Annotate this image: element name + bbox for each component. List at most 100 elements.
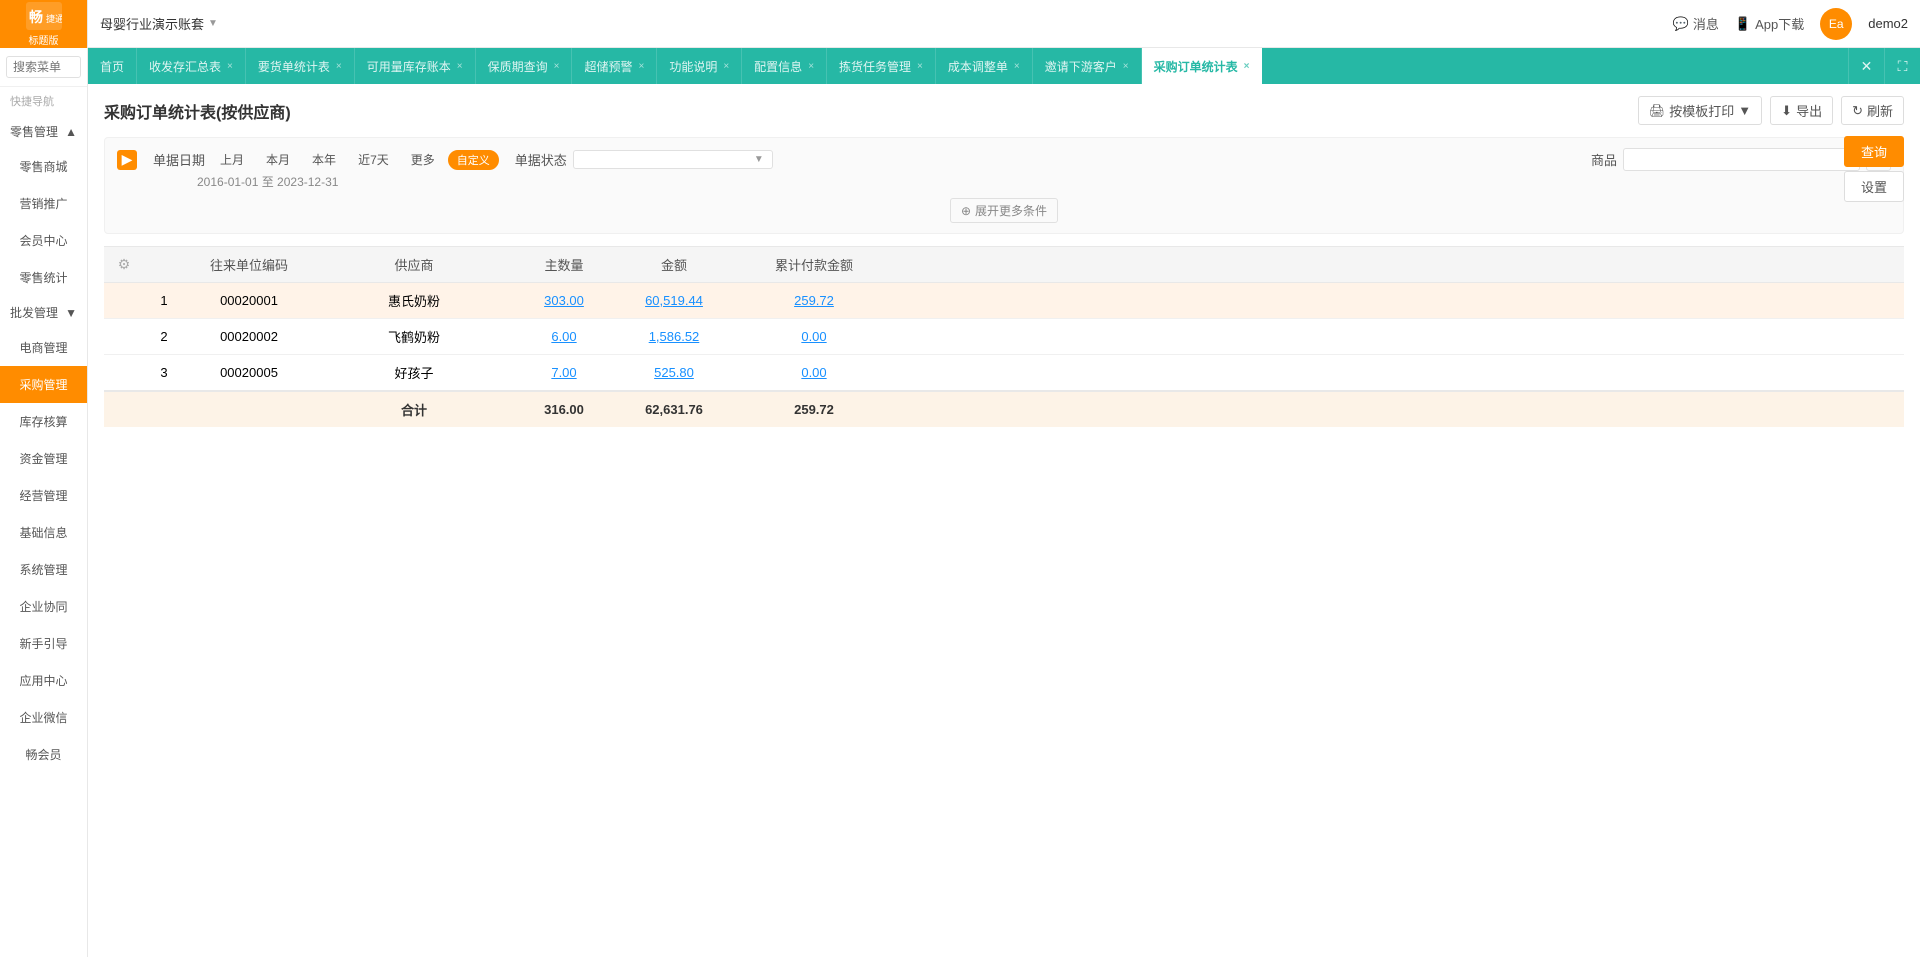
tab-receive-send-close[interactable]: × bbox=[227, 61, 233, 72]
tab-home[interactable]: 首页 bbox=[88, 48, 137, 84]
tab-goods-stats[interactable]: 要货单统计表 × bbox=[246, 48, 355, 84]
tab-purchase-summary[interactable]: 采购订单统计表 × bbox=[1142, 48, 1263, 84]
print-btn[interactable]: 🖨 按模板打印 ▼ bbox=[1638, 96, 1762, 125]
col-code-header: 往来单位编码 bbox=[184, 247, 314, 283]
svg-text:畅: 畅 bbox=[29, 9, 43, 25]
logo-icon: 畅 捷通 bbox=[26, 2, 62, 30]
user-avatar[interactable]: Ea bbox=[1820, 8, 1852, 40]
tab-close-all-btn[interactable]: ✕ bbox=[1848, 48, 1884, 84]
tab-goods-stats-close[interactable]: × bbox=[336, 61, 342, 72]
cell-amount-link-1[interactable]: 60,519.44 bbox=[645, 293, 703, 308]
sidebar-item-purchase[interactable]: 采购管理 bbox=[0, 366, 87, 403]
tab-pick-task-close[interactable]: × bbox=[917, 61, 923, 72]
filter-status-select[interactable]: ▼ bbox=[573, 150, 773, 169]
cell-qty-link-1[interactable]: 303.00 bbox=[544, 293, 584, 308]
cell-qty-link-2[interactable]: 6.00 bbox=[551, 329, 576, 344]
expand-icon: ⊕ bbox=[961, 204, 971, 218]
sidebar-item-retail-mgmt[interactable]: 零售管理▲ bbox=[0, 115, 87, 148]
refresh-btn[interactable]: ↻ 刷新 bbox=[1841, 96, 1904, 125]
tab-goods-stats-label: 要货单统计表 bbox=[258, 58, 330, 75]
expand-label: 展开更多条件 bbox=[975, 202, 1047, 219]
filter-date-label: 单据日期 bbox=[153, 150, 205, 169]
date-btn-this-month[interactable]: 本月 bbox=[257, 148, 299, 171]
table-settings-icon[interactable]: ⚙ bbox=[118, 256, 131, 272]
col-num-header bbox=[144, 247, 184, 283]
sidebar-item-retail-mall[interactable]: 零售商城 bbox=[0, 148, 87, 185]
cell-qty-link-3[interactable]: 7.00 bbox=[551, 365, 576, 380]
filter-expand-left-btn[interactable]: ▶ bbox=[117, 150, 137, 170]
tab-expiry[interactable]: 保质期查询 × bbox=[476, 48, 573, 84]
tab-cost-adjust-label: 成本调整单 bbox=[948, 58, 1008, 75]
quick-nav-label: 快捷导航 bbox=[0, 87, 87, 115]
sidebar-item-system[interactable]: 系统管理 bbox=[0, 551, 87, 588]
top-actions: 💬 消息 📱 App下载 Ea demo2 bbox=[1673, 8, 1908, 40]
tab-overstock-close[interactable]: × bbox=[638, 61, 644, 72]
tab-invite-close[interactable]: × bbox=[1123, 61, 1129, 72]
sidebar-item-ecommerce[interactable]: 电商管理 bbox=[0, 329, 87, 366]
app-download-btn[interactable]: 📱 App下载 bbox=[1735, 14, 1804, 33]
date-btn-this-year[interactable]: 本年 bbox=[303, 148, 345, 171]
user-name: demo2 bbox=[1868, 16, 1908, 31]
settings-btn[interactable]: 设置 bbox=[1844, 171, 1904, 202]
sidebar-item-newguide[interactable]: 新手引导 bbox=[0, 625, 87, 662]
search-input[interactable] bbox=[6, 56, 81, 78]
cell-code-3: 00020005 bbox=[184, 355, 314, 392]
cell-qty-1: 303.00 bbox=[514, 283, 614, 319]
tab-func-desc-close[interactable]: × bbox=[723, 61, 729, 72]
tab-expiry-label: 保质期查询 bbox=[488, 58, 548, 75]
footer-qty-cell: 316.00 bbox=[514, 391, 614, 427]
date-btn-last-month[interactable]: 上月 bbox=[211, 148, 253, 171]
settings-btn-label: 设置 bbox=[1861, 177, 1887, 196]
date-btn-custom[interactable]: 自定义 bbox=[448, 150, 499, 170]
tab-receive-send[interactable]: 收发存汇总表 × bbox=[137, 48, 246, 84]
tab-func-desc[interactable]: 功能说明 × bbox=[657, 48, 742, 84]
tab-config[interactable]: 配置信息 × bbox=[742, 48, 827, 84]
date-btn-7days[interactable]: 近7天 bbox=[349, 148, 398, 171]
sidebar-item-member[interactable]: 会员中心 bbox=[0, 222, 87, 259]
col-paid-header: 累计付款金额 bbox=[734, 247, 894, 283]
sidebar-item-inventory[interactable]: 库存核算 bbox=[0, 403, 87, 440]
workspace-dropdown-icon: ▼ bbox=[208, 18, 218, 29]
tab-inventory-book-close[interactable]: × bbox=[457, 61, 463, 72]
tab-config-close[interactable]: × bbox=[808, 61, 814, 72]
sidebar-item-finance[interactable]: 资金管理 bbox=[0, 440, 87, 477]
sidebar-item-retail-stats[interactable]: 零售统计 bbox=[0, 259, 87, 296]
tab-receive-send-label: 收发存汇总表 bbox=[149, 58, 221, 75]
expand-more-btn[interactable]: ⊕ 展开更多条件 bbox=[950, 198, 1058, 223]
sidebar-item-ops[interactable]: 经营管理 bbox=[0, 477, 87, 514]
cell-paid-link-2[interactable]: 0.00 bbox=[801, 329, 826, 344]
sidebar-item-marketing[interactable]: 营销推广 bbox=[0, 185, 87, 222]
top-bar: 母婴行业演示账套 ▼ 💬 消息 📱 App下载 Ea demo2 bbox=[88, 0, 1920, 48]
export-btn[interactable]: ⬇ 导出 bbox=[1770, 96, 1833, 125]
sidebar-item-enterprise[interactable]: 企业协同 bbox=[0, 588, 87, 625]
print-label: 按模板打印 bbox=[1669, 101, 1734, 120]
sidebar-item-svip[interactable]: 畅会员 bbox=[0, 736, 87, 773]
query-btn[interactable]: 查询 bbox=[1844, 136, 1904, 167]
tab-inventory-book[interactable]: 可用量库存账本 × bbox=[355, 48, 476, 84]
tab-overstock[interactable]: 超储预警 × bbox=[572, 48, 657, 84]
filter-date-item: 单据日期 上月 本月 本年 近7天 更多 自定义 bbox=[153, 148, 499, 171]
sidebar-item-basic[interactable]: 基础信息 bbox=[0, 514, 87, 551]
tab-config-label: 配置信息 bbox=[754, 58, 802, 75]
sidebar-item-wechat[interactable]: 企业微信 bbox=[0, 699, 87, 736]
message-btn[interactable]: 💬 消息 bbox=[1673, 14, 1719, 33]
workspace-selector[interactable]: 母婴行业演示账套 ▼ bbox=[100, 14, 218, 33]
sidebar-item-wholesale[interactable]: 批发管理▼ bbox=[0, 296, 87, 329]
cell-paid-link-3[interactable]: 0.00 bbox=[801, 365, 826, 380]
tab-purchase-summary-close[interactable]: × bbox=[1244, 61, 1250, 72]
tab-pick-task[interactable]: 拣货任务管理 × bbox=[827, 48, 936, 84]
cell-amount-link-2[interactable]: 1,586.52 bbox=[649, 329, 700, 344]
sidebar-search-area bbox=[0, 48, 87, 87]
nav-tabs: 首页 收发存汇总表 × 要货单统计表 × 可用量库存账本 × 保质期查询 × 超… bbox=[88, 48, 1920, 84]
cell-extra-2 bbox=[894, 319, 1904, 355]
tab-cost-adjust-close[interactable]: × bbox=[1014, 61, 1020, 72]
cell-amount-link-3[interactable]: 525.80 bbox=[654, 365, 694, 380]
date-btn-more[interactable]: 更多 bbox=[402, 148, 444, 171]
tab-cost-adjust[interactable]: 成本调整单 × bbox=[936, 48, 1033, 84]
tab-expiry-close[interactable]: × bbox=[554, 61, 560, 72]
tab-invite[interactable]: 邀请下游客户 × bbox=[1033, 48, 1142, 84]
filter-goods-input[interactable] bbox=[1623, 148, 1860, 171]
sidebar-item-appcenter[interactable]: 应用中心 bbox=[0, 662, 87, 699]
cell-paid-link-1[interactable]: 259.72 bbox=[794, 293, 834, 308]
tab-maximize-btn[interactable]: ⛶ bbox=[1884, 48, 1920, 84]
